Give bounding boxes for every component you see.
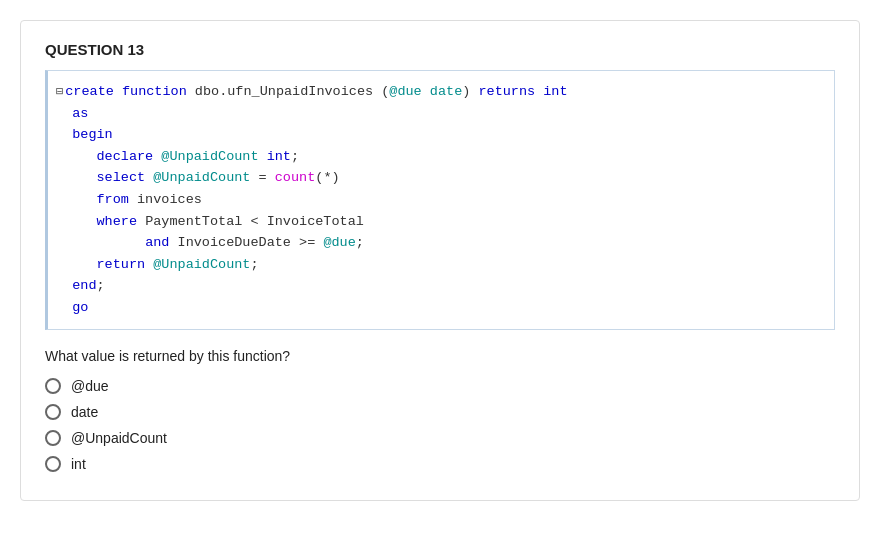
options-list: @due date @UnpaidCount int xyxy=(45,378,835,472)
keyword-returns: returns xyxy=(478,84,535,99)
radio-b[interactable] xyxy=(45,404,61,420)
option-d-label: int xyxy=(71,456,86,472)
keyword-declare: declare xyxy=(97,149,154,164)
keyword-from: from xyxy=(97,192,129,207)
keyword-as: as xyxy=(72,106,88,121)
keyword-create: create xyxy=(65,84,114,99)
code-block: ⊟create function dbo.ufn_UnpaidInvoices … xyxy=(45,70,835,330)
question-card: QUESTION 13 ⊟create function dbo.ufn_Unp… xyxy=(20,20,860,501)
var-unpaidcount-return: @UnpaidCount xyxy=(153,257,250,272)
type-int-decl: int xyxy=(267,149,291,164)
keyword-go: go xyxy=(72,300,88,315)
keyword-end: end xyxy=(72,278,96,293)
param-due-ref: @due xyxy=(323,235,355,250)
collapse-icon[interactable]: ⊟ xyxy=(56,85,63,99)
radio-a[interactable] xyxy=(45,378,61,394)
type-int-returns: int xyxy=(543,84,567,99)
func-count: count xyxy=(275,170,316,185)
keyword-and: and xyxy=(145,235,169,250)
option-b[interactable]: date xyxy=(45,404,835,420)
keyword-begin: begin xyxy=(72,127,113,142)
option-c[interactable]: @UnpaidCount xyxy=(45,430,835,446)
option-b-label: date xyxy=(71,404,98,420)
var-unpaidcount-sel: @UnpaidCount xyxy=(153,170,250,185)
type-date: date xyxy=(430,84,462,99)
option-a[interactable]: @due xyxy=(45,378,835,394)
option-d[interactable]: int xyxy=(45,456,835,472)
radio-c[interactable] xyxy=(45,430,61,446)
var-unpaidcount-decl: @UnpaidCount xyxy=(161,149,258,164)
radio-d[interactable] xyxy=(45,456,61,472)
param-due: @due xyxy=(389,84,421,99)
option-a-label: @due xyxy=(71,378,109,394)
question-prompt: What value is returned by this function? xyxy=(45,348,835,364)
keyword-where: where xyxy=(97,214,138,229)
option-c-label: @UnpaidCount xyxy=(71,430,167,446)
keyword-return: return xyxy=(97,257,146,272)
keyword-function: function xyxy=(122,84,187,99)
question-title: QUESTION 13 xyxy=(45,41,835,58)
keyword-select: select xyxy=(97,170,146,185)
